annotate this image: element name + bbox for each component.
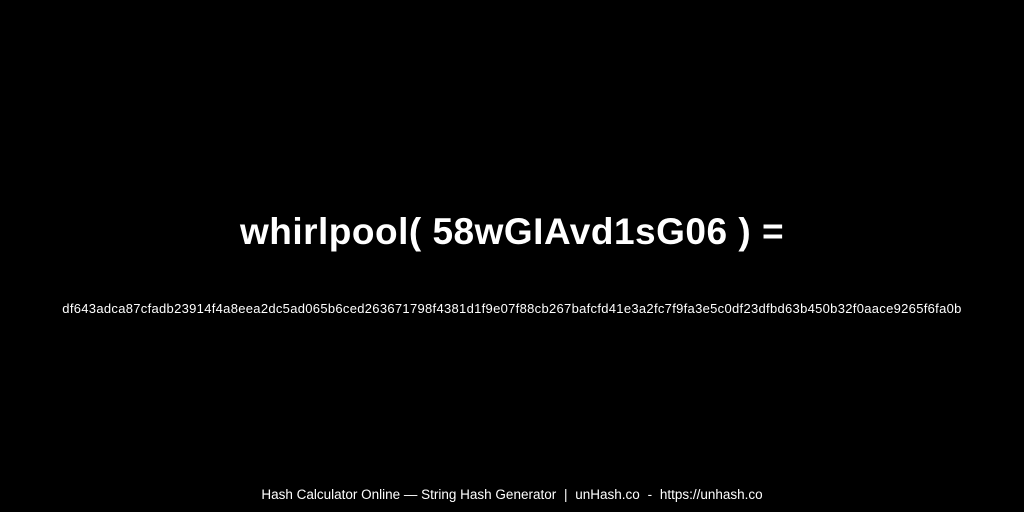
- footer-separator: |: [564, 487, 568, 502]
- footer-site-name[interactable]: unHash.co: [575, 487, 640, 502]
- footer-description: Hash Calculator Online — String Hash Gen…: [261, 487, 556, 502]
- footer-url[interactable]: https://unhash.co: [660, 487, 763, 502]
- footer-separator: -: [648, 487, 653, 502]
- hash-output: df643adca87cfadb23914f4a8eea2dc5ad065b6c…: [62, 301, 961, 316]
- footer: Hash Calculator Online — String Hash Gen…: [0, 487, 1024, 512]
- main-content: whirlpool( 58wGIAvd1sG06 ) = df643adca87…: [0, 0, 1024, 487]
- hash-expression: whirlpool( 58wGIAvd1sG06 ) =: [240, 211, 784, 253]
